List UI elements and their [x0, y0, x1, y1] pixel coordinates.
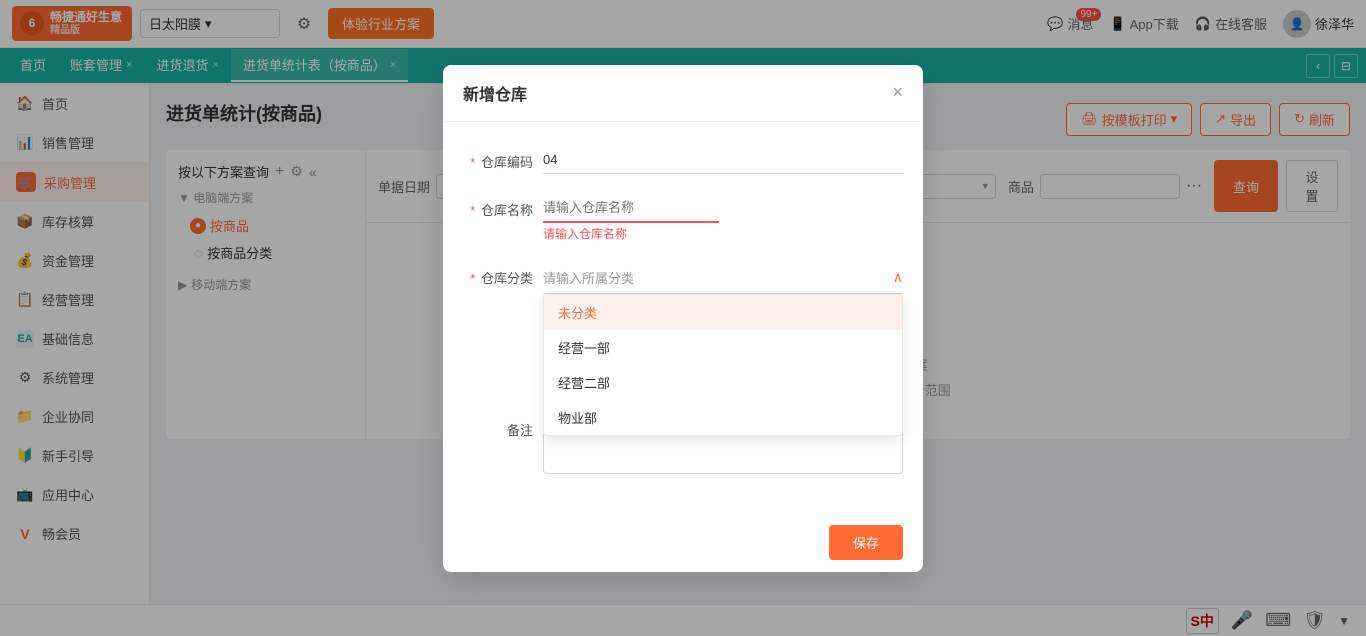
required-star-code: *: [470, 155, 475, 170]
warehouse-category-label: * 仓库分类: [463, 262, 543, 287]
new-warehouse-modal: 新增仓库 × * 仓库编码 * 仓库名称: [443, 65, 923, 572]
dropdown-item-dept1[interactable]: 经营一部: [544, 330, 902, 365]
warehouse-name-wrap: 请输入仓库名称: [543, 194, 719, 242]
warehouse-name-error: 请输入仓库名称: [543, 225, 719, 242]
warehouse-name-label: * 仓库名称: [463, 194, 543, 219]
modal-header: 新增仓库 ×: [443, 65, 923, 122]
modal-footer: 保存: [443, 513, 923, 572]
warehouse-code-item: * 仓库编码: [463, 146, 903, 174]
required-star-cat: *: [470, 271, 475, 286]
modal-body: * 仓库编码 * 仓库名称 请输入仓库名称: [443, 122, 923, 513]
dropdown-item-dept2[interactable]: 经营二部: [544, 365, 902, 400]
modal-title: 新增仓库: [463, 81, 527, 105]
warehouse-code-label: * 仓库编码: [463, 146, 543, 171]
warehouse-name-item: * 仓库名称 请输入仓库名称: [463, 194, 903, 242]
warehouse-name-input[interactable]: [543, 194, 719, 223]
modal-overlay: 新增仓库 × * 仓库编码 * 仓库名称: [0, 0, 1366, 636]
warehouse-category-item: * 仓库分类 请输入所属分类 ∧ 未分类 经营一部: [463, 262, 903, 294]
remark-label: 备注: [463, 414, 543, 439]
warehouse-category-select[interactable]: 请输入所属分类 ∧: [543, 262, 903, 294]
category-arrow-icon[interactable]: ∧: [893, 269, 903, 286]
save-button[interactable]: 保存: [829, 525, 903, 560]
required-star-name: *: [470, 203, 475, 218]
dropdown-item-property[interactable]: 物业部: [544, 400, 902, 435]
warehouse-category-wrap: 请输入所属分类 ∧ 未分类 经营一部 经营二部: [543, 262, 903, 294]
category-placeholder: 请输入所属分类: [543, 268, 634, 287]
warehouse-code-input[interactable]: [543, 146, 903, 174]
warehouse-code-wrap: [543, 146, 903, 174]
category-dropdown: 未分类 经营一部 经营二部 物业部: [543, 294, 903, 436]
dropdown-item-unclassified[interactable]: 未分类: [544, 295, 902, 330]
modal-close-button[interactable]: ×: [892, 82, 903, 103]
